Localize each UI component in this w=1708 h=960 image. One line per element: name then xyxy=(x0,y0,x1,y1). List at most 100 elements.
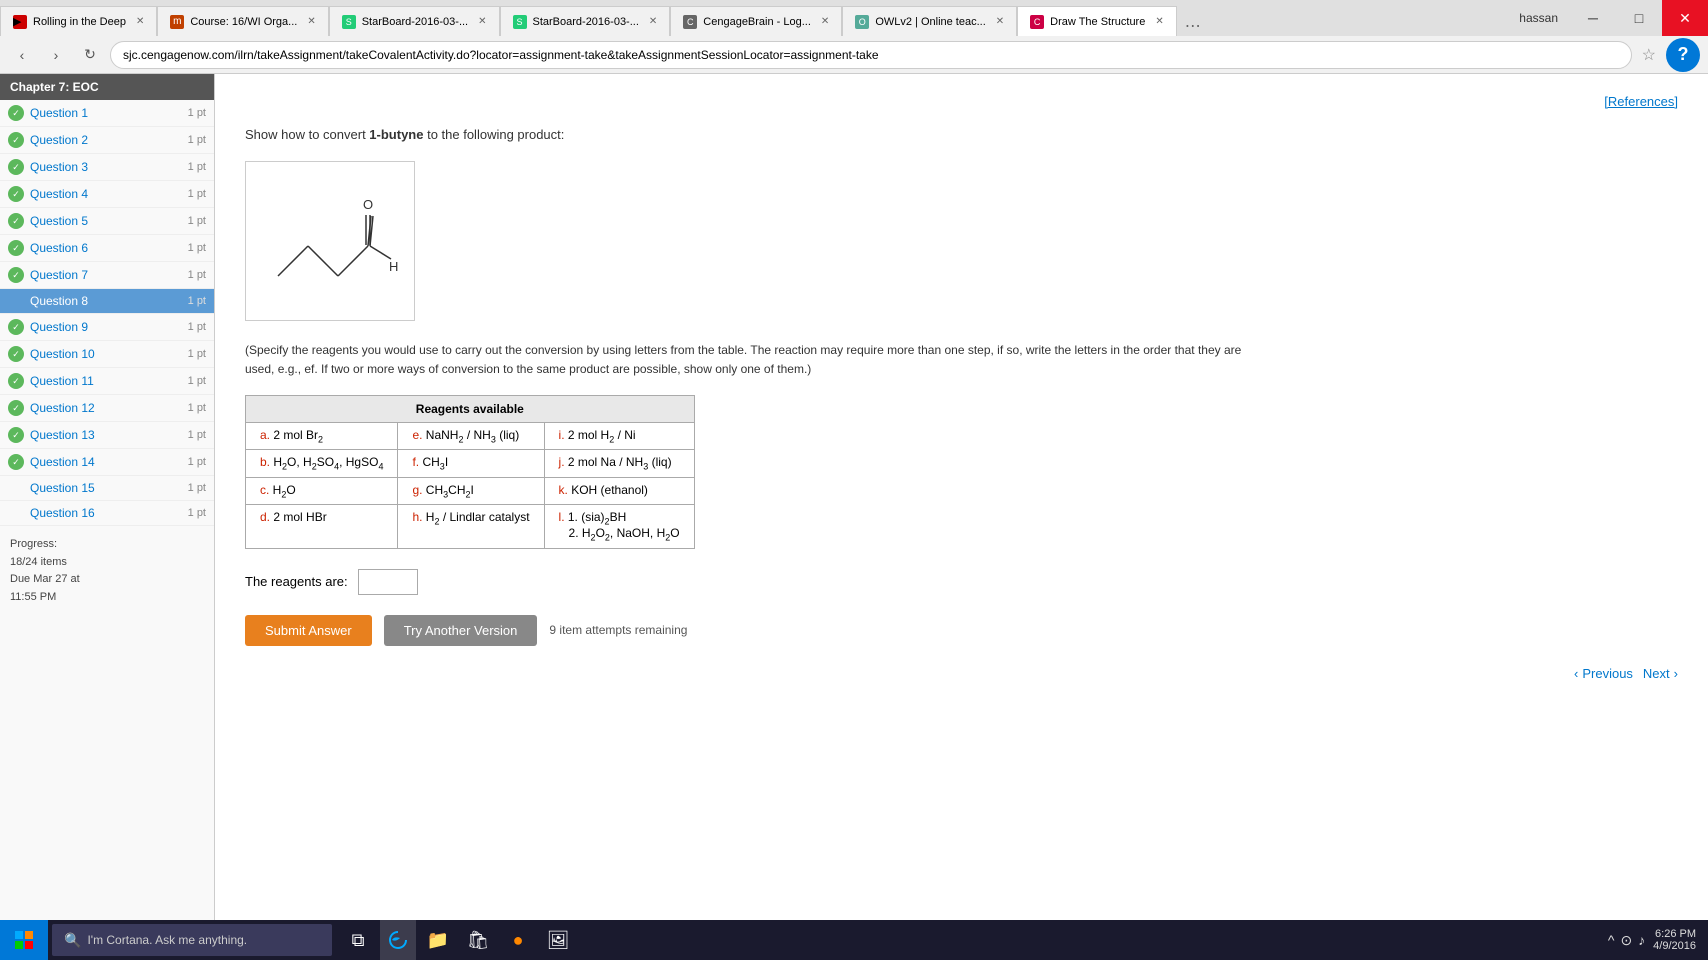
references-link[interactable]: [References] xyxy=(1604,94,1678,109)
chrome-icon[interactable]: ● xyxy=(500,920,536,960)
question-item-2[interactable]: ✓Question 21 pt xyxy=(0,127,214,154)
tab-label-4: StarBoard-2016-03-... xyxy=(533,16,639,28)
question-item-15[interactable]: Question 151 pt xyxy=(0,476,214,501)
back-button[interactable]: ‹ xyxy=(8,41,36,69)
tab-favicon-6: O xyxy=(855,15,869,29)
question-item-16[interactable]: Question 161 pt xyxy=(0,501,214,526)
edge-icon[interactable] xyxy=(380,920,416,960)
check-icon-12: ✓ xyxy=(8,400,24,416)
taskbar: 🔍 I'm Cortana. Ask me anything. ⧉ 📁 🛍 ● … xyxy=(0,920,1708,960)
time-display: 6:26 PM xyxy=(1653,928,1696,940)
chapter-header: Chapter 7: EOC xyxy=(0,74,214,100)
cortana-search[interactable]: 🔍 I'm Cortana. Ask me anything. xyxy=(52,924,332,956)
tab-close-6[interactable]: ✕ xyxy=(996,16,1004,27)
check-icon-4: ✓ xyxy=(8,186,24,202)
tab-7[interactable]: C Draw The Structure ✕ xyxy=(1017,6,1177,36)
tab-1[interactable]: ▶ Rolling in the Deep ✕ xyxy=(0,6,157,36)
store-icon[interactable]: 🛍 xyxy=(460,920,496,960)
reagent-j: j. 2 mol Na / NH3 (liq) xyxy=(544,450,694,477)
tab-label-7: Draw The Structure xyxy=(1050,16,1145,28)
question-item-4[interactable]: ✓Question 41 pt xyxy=(0,181,214,208)
question-item-3[interactable]: ✓Question 31 pt xyxy=(0,154,214,181)
bookmark-icon[interactable]: ☆ xyxy=(1638,45,1660,65)
tab-close-1[interactable]: ✕ xyxy=(136,16,144,27)
tab-close-2[interactable]: ✕ xyxy=(307,16,315,27)
reload-button[interactable]: ↻ xyxy=(76,41,104,69)
question-label-12: Question 12 xyxy=(30,401,182,415)
task-view-button[interactable]: ⧉ xyxy=(340,920,376,960)
svg-text:O: O xyxy=(363,197,373,212)
reagents-table: Reagents available a. 2 mol Br2 e. NaNH2… xyxy=(245,395,695,549)
question-item-9[interactable]: ✓Question 91 pt xyxy=(0,314,214,341)
tab-more[interactable]: ⋯ xyxy=(1177,16,1209,36)
tab-close-7[interactable]: ✕ xyxy=(1155,16,1163,27)
previous-link[interactable]: ‹ Previous xyxy=(1574,666,1633,681)
question-item-5[interactable]: ✓Question 51 pt xyxy=(0,208,214,235)
tab-6[interactable]: O OWLv2 | Online teac... ✕ xyxy=(842,6,1017,36)
check-icon-10: ✓ xyxy=(8,346,24,362)
network-icon[interactable]: ⊙ xyxy=(1620,932,1632,949)
question-item-14[interactable]: ✓Question 141 pt xyxy=(0,449,214,476)
points-6: 1 pt xyxy=(188,242,206,254)
tab-bar: ▶ Rolling in the Deep ✕ m Course: 16/WI … xyxy=(0,0,1708,36)
tab-label-2: Course: 16/WI Orga... xyxy=(190,16,297,28)
submit-button[interactable]: Submit Answer xyxy=(245,615,372,646)
question-item-12[interactable]: ✓Question 121 pt xyxy=(0,395,214,422)
reagent-row-1: a. 2 mol Br2 e. NaNH2 / NH3 (liq) i. 2 m… xyxy=(246,422,695,449)
question-item-7[interactable]: ✓Question 71 pt xyxy=(0,262,214,289)
check-icon-9: ✓ xyxy=(8,319,24,335)
table-header: Reagents available xyxy=(246,395,695,422)
question-label-5: Question 5 xyxy=(30,214,182,228)
points-16: 1 pt xyxy=(188,507,206,519)
question-label-11: Question 11 xyxy=(30,374,182,388)
sidebar: Chapter 7: EOC ✓Question 11 pt✓Question … xyxy=(0,74,215,920)
tab-3[interactable]: S StarBoard-2016-03-... ✕ xyxy=(329,6,500,36)
start-button[interactable] xyxy=(0,920,48,960)
maximize-button[interactable]: □ xyxy=(1616,0,1662,36)
points-10: 1 pt xyxy=(188,348,206,360)
url-input[interactable]: sjc.cengagenow.com/ilrn/takeAssignment/t… xyxy=(110,41,1632,69)
photos-icon[interactable]: 🖼 xyxy=(540,920,576,960)
tab-close-5[interactable]: ✕ xyxy=(821,16,829,27)
tab-label-3: StarBoard-2016-03-... xyxy=(362,16,468,28)
reagent-row-3: c. H2O g. CH3CH2I k. KOH (ethanol) xyxy=(246,477,695,504)
tab-4[interactable]: S StarBoard-2016-03-... ✕ xyxy=(500,6,671,36)
tab-close-3[interactable]: ✕ xyxy=(478,16,486,27)
molecule-svg: O H xyxy=(253,171,408,311)
attempts-text: 9 item attempts remaining xyxy=(549,623,687,637)
chevron-icon[interactable]: ^ xyxy=(1608,932,1615,949)
molecule-image: O H xyxy=(245,161,415,321)
tab-label-5: CengageBrain - Log... xyxy=(703,16,811,28)
next-link[interactable]: Next › xyxy=(1643,666,1678,681)
question-label-4: Question 4 xyxy=(30,187,182,201)
answer-input[interactable] xyxy=(358,569,418,595)
main-area: Chapter 7: EOC ✓Question 11 pt✓Question … xyxy=(0,74,1708,920)
minimize-button[interactable]: ─ xyxy=(1570,0,1616,36)
question-item-13[interactable]: ✓Question 131 pt xyxy=(0,422,214,449)
points-8: 1 pt xyxy=(188,295,206,307)
due-time: 11:55 PM xyxy=(10,591,56,603)
url-text: sjc.cengagenow.com/ilrn/takeAssignment/t… xyxy=(123,48,879,62)
question-item-11[interactable]: ✓Question 111 pt xyxy=(0,368,214,395)
question-item-10[interactable]: ✓Question 101 pt xyxy=(0,341,214,368)
volume-icon[interactable]: ♪ xyxy=(1638,932,1645,949)
tab-5[interactable]: C CengageBrain - Log... ✕ xyxy=(670,6,842,36)
forward-button[interactable]: › xyxy=(42,41,70,69)
question-item-8[interactable]: Question 81 pt xyxy=(0,289,214,314)
reagent-k: k. KOH (ethanol) xyxy=(544,477,694,504)
check-icon-5: ✓ xyxy=(8,213,24,229)
question-item-1[interactable]: ✓Question 11 pt xyxy=(0,100,214,127)
close-button[interactable]: ✕ xyxy=(1662,0,1708,36)
next-label: Next xyxy=(1643,666,1670,681)
points-7: 1 pt xyxy=(188,269,206,281)
tab-close-4[interactable]: ✕ xyxy=(649,16,657,27)
reagent-a: a. 2 mol Br2 xyxy=(246,422,398,449)
tab-2[interactable]: m Course: 16/WI Orga... ✕ xyxy=(157,6,328,36)
reagent-row-4: d. 2 mol HBr h. H2 / Lindlar catalyst l.… xyxy=(246,505,695,549)
reagent-f: f. CH3I xyxy=(398,450,544,477)
question-label-14: Question 14 xyxy=(30,455,182,469)
support-button[interactable]: ? xyxy=(1666,38,1700,72)
file-explorer-icon[interactable]: 📁 xyxy=(420,920,456,960)
try-another-button[interactable]: Try Another Version xyxy=(384,615,538,646)
question-item-6[interactable]: ✓Question 61 pt xyxy=(0,235,214,262)
